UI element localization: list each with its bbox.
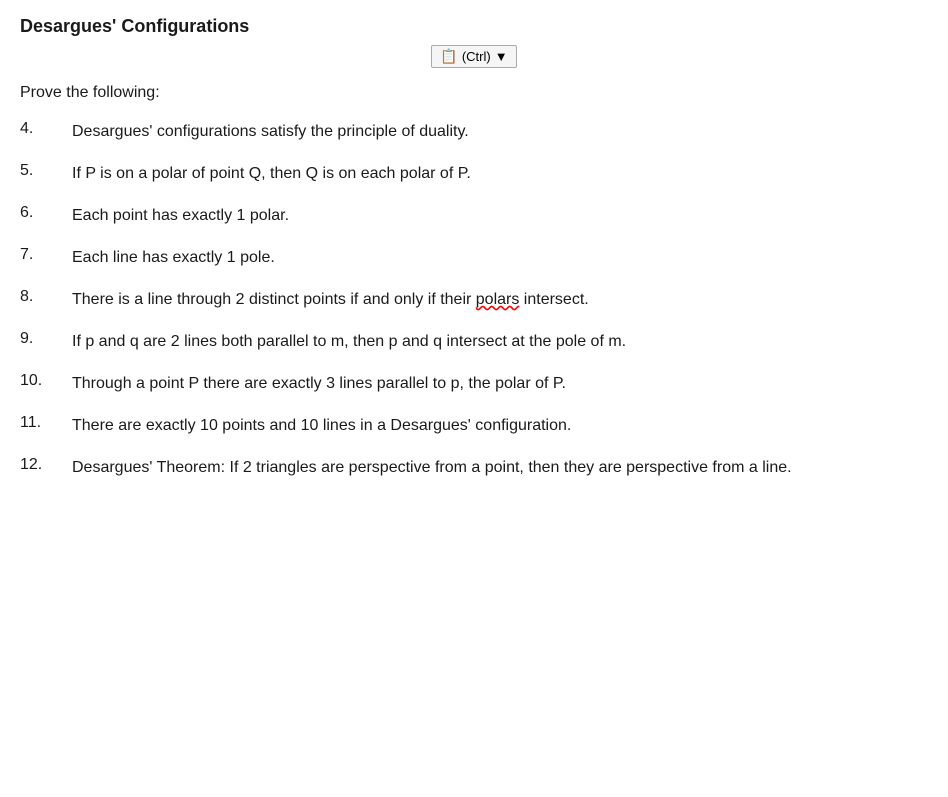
list-item: 7. Each line has exactly 1 pole. (20, 246, 928, 270)
item-number: 9. (20, 330, 56, 348)
clipboard-icon: 📋 (440, 48, 457, 65)
list-item: 6. Each point has exactly 1 polar. (20, 204, 928, 228)
list-item: 9. If p and q are 2 lines both parallel t… (20, 330, 928, 354)
item-number: 11. (20, 414, 56, 432)
list-item: 4. Desargues' configurations satisfy the … (20, 120, 928, 144)
item-text: If P is on a polar of point Q, then Q is… (72, 162, 928, 186)
list-item: 8. There is a line through 2 distinct poi… (20, 288, 928, 312)
item-number: 12. (20, 456, 56, 474)
list-item: 12. Desargues' Theorem: If 2 triangles ar… (20, 456, 928, 480)
page-title: Desargues' Configurations (20, 16, 928, 37)
item-text: Each point has exactly 1 polar. (72, 204, 928, 228)
ctrl-toolbar: 📋 (Ctrl) ▼ (20, 45, 928, 68)
squiggly-word: polars (476, 291, 520, 308)
item-text: Desargues' Theorem: If 2 triangles are p… (72, 456, 928, 480)
item-text: There are exactly 10 points and 10 lines… (72, 414, 928, 438)
item-number: 5. (20, 162, 56, 180)
item-text: Desargues' configurations satisfy the pr… (72, 120, 928, 144)
item-number: 7. (20, 246, 56, 264)
list-item: 10. Through a point P there are exactly 3… (20, 372, 928, 396)
list-item: 11. There are exactly 10 points and 10 li… (20, 414, 928, 438)
dropdown-arrow-icon: ▼ (495, 49, 508, 64)
item-number: 6. (20, 204, 56, 222)
list-item: 5. If P is on a polar of point Q, then Q … (20, 162, 928, 186)
item-number: 8. (20, 288, 56, 306)
ctrl-label: (Ctrl) (462, 49, 491, 64)
item-text: Each line has exactly 1 pole. (72, 246, 928, 270)
items-list: 4. Desargues' configurations satisfy the … (20, 120, 928, 480)
item-text: If p and q are 2 lines both parallel to … (72, 330, 928, 354)
ctrl-button[interactable]: 📋 (Ctrl) ▼ (431, 45, 516, 68)
intro-text: Prove the following: (20, 84, 928, 102)
item-text: Through a point P there are exactly 3 li… (72, 372, 928, 396)
item-number: 10. (20, 372, 56, 390)
item-text: There is a line through 2 distinct point… (72, 288, 928, 312)
item-number: 4. (20, 120, 56, 138)
